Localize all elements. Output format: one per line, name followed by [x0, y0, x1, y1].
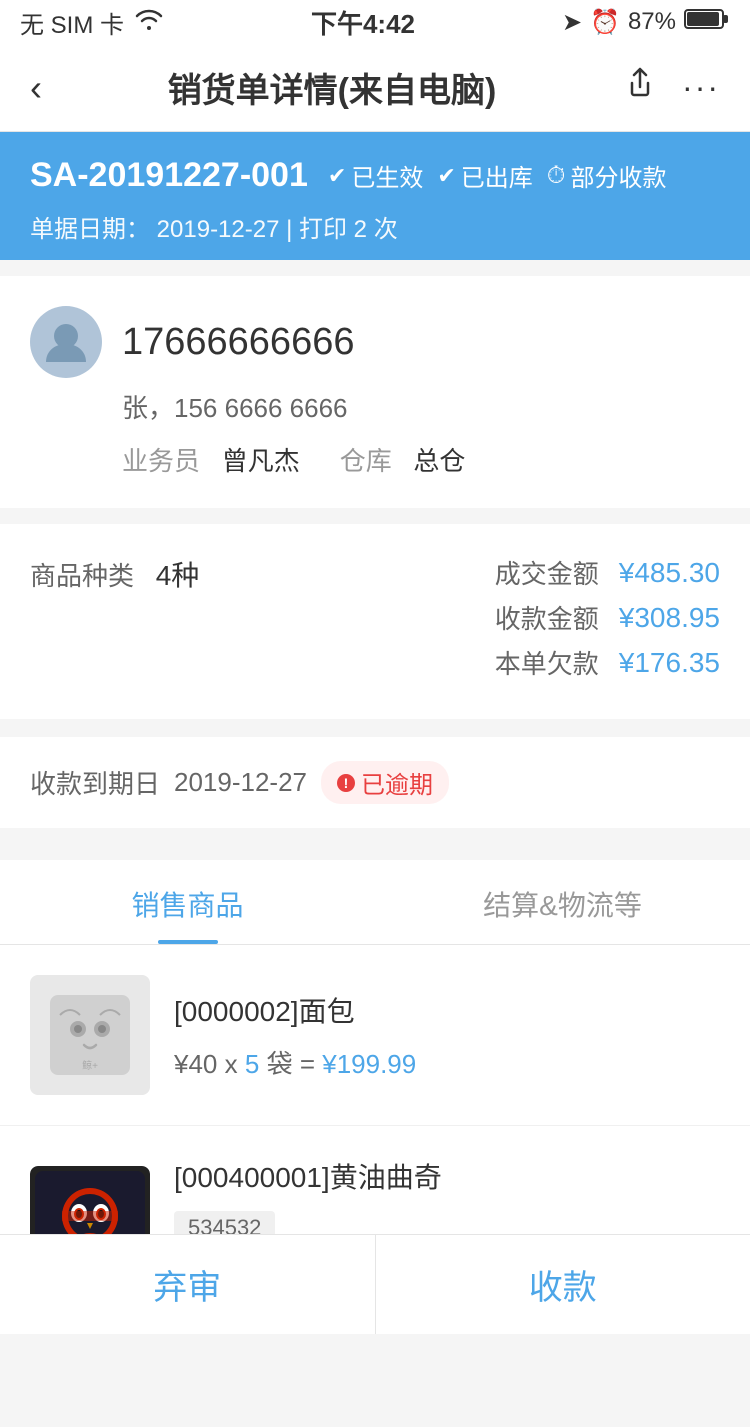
due-section: 收款到期日 2019-12-27 ! 已逾期 — [0, 737, 750, 828]
warehouse-field: 仓库 总仓 — [340, 441, 466, 478]
due-date-label: 收款到期日 — [30, 764, 160, 801]
product-price-row-1: ¥40 x 5 袋 = ¥199.99 — [174, 1044, 720, 1081]
status-tags: ✔ 已生效 ✔ 已出库 ⏱ 部分收款 — [328, 158, 667, 193]
battery-icon — [684, 7, 730, 38]
owe-label: 本单欠款 — [495, 644, 599, 681]
bottom-spacer — [0, 1327, 750, 1427]
back-button[interactable]: ‹ — [30, 67, 42, 109]
overdue-dot-icon: ! — [337, 774, 355, 792]
due-date-value: 2019-12-27 — [174, 767, 307, 798]
tab-products[interactable]: 销售商品 — [0, 860, 375, 944]
divider-1 — [0, 508, 750, 524]
avatar — [30, 306, 102, 378]
product-total-1: ¥199.99 — [322, 1049, 416, 1079]
received-amount-row: 收款金额 ¥308.95 — [495, 599, 720, 636]
sim-status: 无 SIM 卡 — [20, 5, 124, 40]
category-count: 4种 — [156, 560, 200, 591]
print-label: | 打印 2 次 — [286, 216, 398, 243]
svg-text:鲸+: 鲸+ — [82, 1059, 98, 1072]
deal-amount-row: 成交金额 ¥485.30 — [495, 554, 720, 591]
divider-2 — [0, 719, 750, 735]
overdue-badge: ! 已逾期 — [321, 761, 449, 804]
status-tag-effective: ✔ 已生效 — [328, 158, 423, 193]
divider-3 — [0, 828, 750, 844]
category-info: 商品种类 4种 — [30, 554, 199, 594]
more-icon[interactable]: ··· — [682, 69, 720, 106]
owe-amount-row: 本单欠款 ¥176.35 — [495, 644, 720, 681]
customer-meta: 业务员 曾凡杰 仓库 总仓 — [122, 441, 720, 478]
tabs-container: 销售商品 结算&物流等 — [0, 860, 750, 945]
received-amount-value: ¥308.95 — [619, 602, 720, 634]
status-bar: 无 SIM 卡 下午4:42 ➤ ⏰ 87% — [0, 0, 750, 44]
clock-icon: ⏱ — [547, 162, 566, 190]
abandon-review-button[interactable]: 弃审 — [0, 1235, 376, 1334]
owe-amount-value: ¥176.35 — [619, 647, 720, 679]
status-bar-left: 无 SIM 卡 — [20, 5, 164, 40]
check-icon-2: ✔ — [437, 163, 455, 189]
summary-section: 商品种类 4种 成交金额 ¥485.30 收款金额 ¥308.95 本单欠款 ¥… — [0, 524, 750, 719]
summary-row: 商品种类 4种 成交金额 ¥485.30 收款金额 ¥308.95 本单欠款 ¥… — [30, 554, 720, 689]
product-price-1: ¥40 — [174, 1049, 217, 1079]
customer-section: 17666666666 张，156 6666 6666 业务员 曾凡杰 仓库 总… — [0, 276, 750, 508]
status-tag-partial: ⏱ 部分收款 — [547, 158, 667, 193]
received-label: 收款金额 — [495, 599, 599, 636]
date-label: 单据日期： — [30, 216, 150, 243]
customer-name: 张，156 6666 6666 — [122, 388, 720, 425]
category-label: 商品种类 — [30, 561, 134, 591]
product-name-2: [000400001]黄油曲奇 — [174, 1156, 720, 1196]
wifi-icon — [134, 8, 164, 37]
alarm-icon: ⏰ — [590, 8, 620, 37]
salesperson-label: 业务员 — [122, 446, 200, 476]
customer-row: 17666666666 — [30, 306, 720, 378]
share-icon[interactable] — [622, 65, 658, 110]
status-bar-time: 下午4:42 — [311, 4, 415, 41]
order-date: 2019-12-27 — [157, 216, 280, 243]
battery-level: 87% — [628, 8, 676, 36]
overdue-text: 已逾期 — [361, 765, 433, 800]
deal-amount-label: 成交金额 — [495, 554, 599, 591]
nav-actions: ··· — [622, 65, 720, 110]
salesperson-field: 业务员 曾凡杰 — [122, 441, 300, 478]
product-info-1: [0000002]面包 ¥40 x 5 袋 = ¥199.99 — [174, 990, 720, 1081]
list-item: 鲸+ [0000002]面包 ¥40 x 5 袋 = ¥199.99 — [0, 945, 750, 1126]
location-icon: ➤ — [562, 8, 582, 37]
amount-info: 成交金额 ¥485.30 收款金额 ¥308.95 本单欠款 ¥176.35 — [495, 554, 720, 689]
header-banner: SA-20191227-001 ✔ 已生效 ✔ 已出库 ⏱ 部分收款 单据日期：… — [0, 132, 750, 260]
check-icon-1: ✔ — [328, 163, 346, 189]
product-qty-1: 5 — [245, 1049, 259, 1079]
product-thumbnail-1: 鲸+ — [30, 975, 150, 1095]
warehouse-value: 总仓 — [413, 446, 465, 476]
deal-amount-value: ¥485.30 — [619, 557, 720, 589]
banner-date-row: 单据日期： 2019-12-27 | 打印 2 次 — [30, 209, 720, 244]
product-name-1: [0000002]面包 — [174, 990, 720, 1030]
status-tag-shipped: ✔ 已出库 — [437, 158, 532, 193]
customer-id: 17666666666 — [122, 321, 354, 364]
nav-bar: ‹ 销货单详情(来自电脑) ··· — [0, 44, 750, 132]
bottom-bar: 弃审 收款 — [0, 1234, 750, 1334]
collect-payment-button[interactable]: 收款 — [376, 1235, 750, 1334]
page-title: 销货单详情(来自电脑) — [168, 63, 497, 112]
order-id: SA-20191227-001 — [30, 156, 308, 195]
status-bar-right: ➤ ⏰ 87% — [562, 7, 730, 38]
warehouse-label: 仓库 — [340, 446, 392, 476]
tab-settlement[interactable]: 结算&物流等 — [375, 860, 750, 944]
salesperson-value: 曾凡杰 — [222, 446, 300, 476]
